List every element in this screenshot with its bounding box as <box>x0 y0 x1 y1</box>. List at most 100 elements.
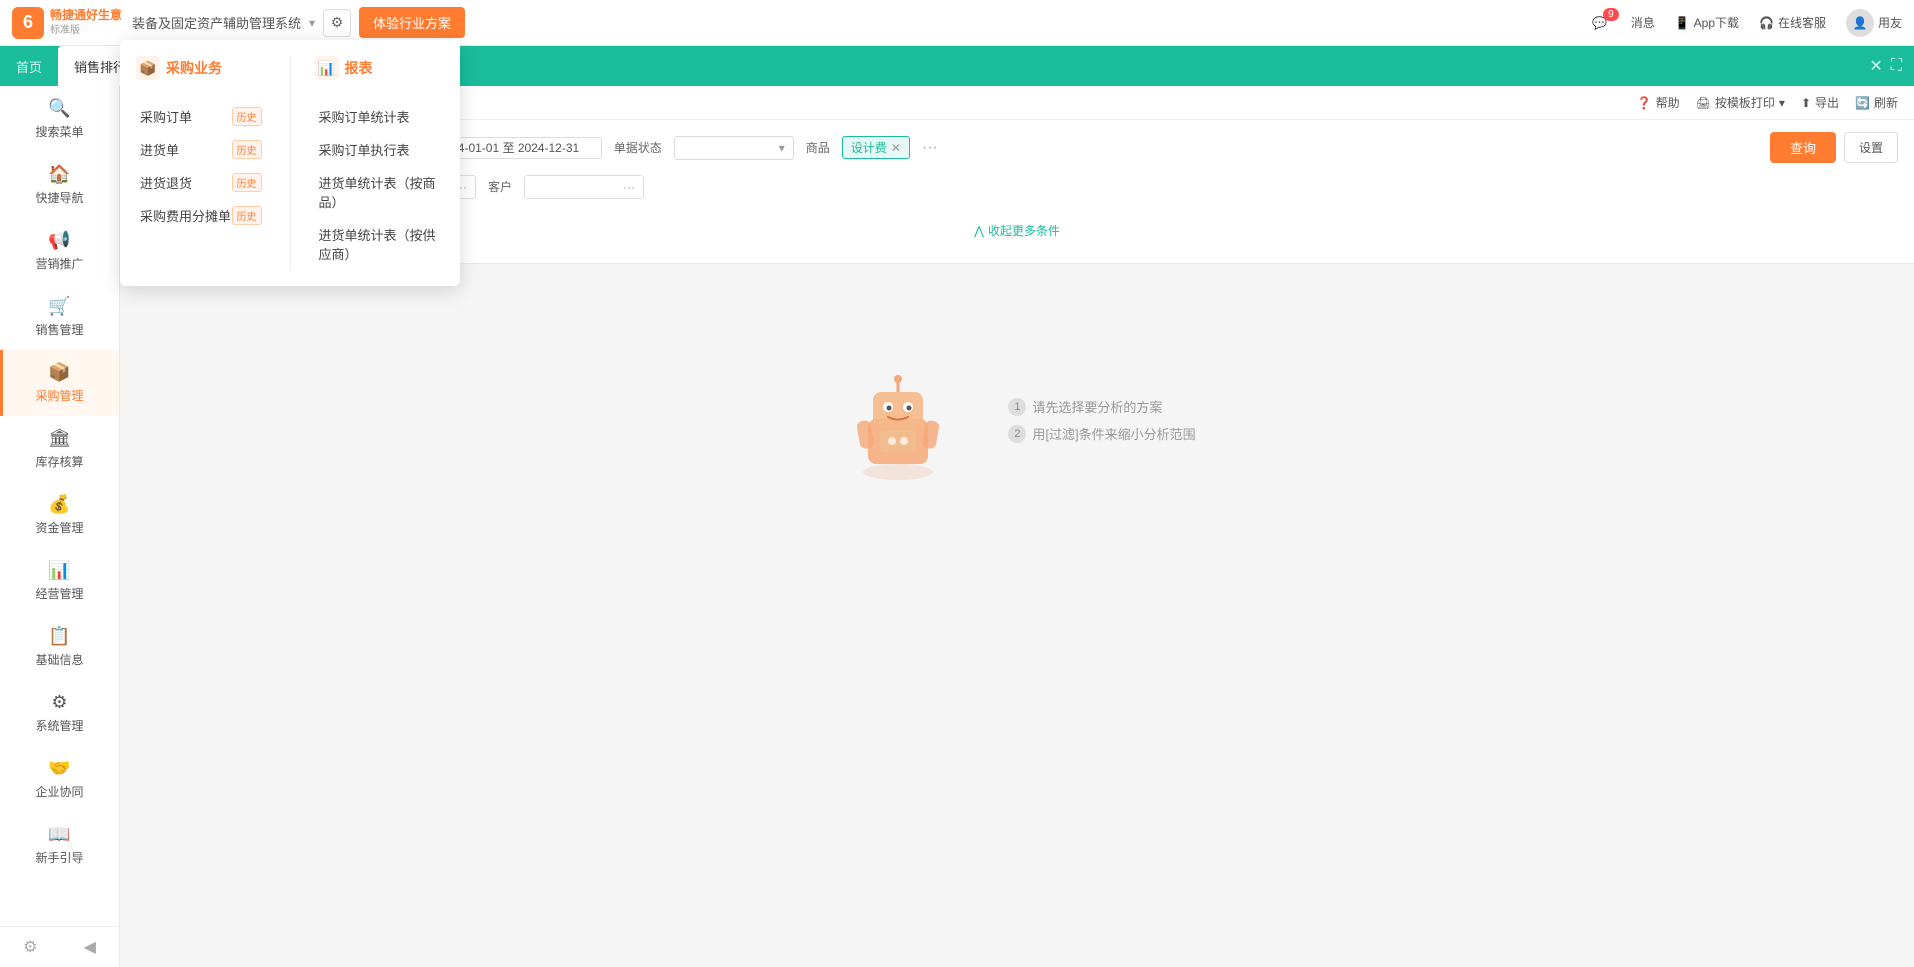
dropdown-divider <box>290 56 291 270</box>
dropdown-inbound-stat-goods[interactable]: 进货单统计表（按商品） <box>315 166 445 218</box>
purchase-col-title: 📦 采购业务 <box>136 56 266 88</box>
dropdown-purchase-order-exec[interactable]: 采购订单执行表 <box>315 133 445 166</box>
inventory-icon: 🏛 <box>48 428 71 449</box>
export-btn[interactable]: ⬆ 导出 <box>1801 94 1839 111</box>
phone-icon: 📱 <box>1675 16 1690 30</box>
query-button[interactable]: 查询 <box>1770 132 1836 163</box>
app-download-label: App下载 <box>1694 14 1739 31</box>
active-bar <box>0 350 3 416</box>
customer-select[interactable]: ··· <box>524 175 644 199</box>
logo-icon: 6 <box>12 7 44 39</box>
purchase-order-history: 历史 <box>232 107 262 126</box>
settings-button[interactable]: 设置 <box>1844 132 1898 163</box>
hint-text-1: 请先选择要分析的方案 <box>1032 397 1162 416</box>
hint-2: 2 用[过滤]条件来缩小分析范围 <box>1008 424 1195 443</box>
hint-number-1: 1 <box>1008 398 1026 416</box>
refresh-btn[interactable]: 🔄 刷新 <box>1855 94 1898 111</box>
export-icon: ⬆ <box>1801 96 1811 110</box>
sidebar-item-marketing[interactable]: 📢 营销推广 <box>0 218 119 284</box>
marketing-icon: 📢 <box>48 230 70 251</box>
sidebar-item-sales[interactable]: 🛒 销售管理 <box>0 284 119 350</box>
sidebar-label-finance: 资金管理 <box>35 519 83 536</box>
tab-close-all-icon[interactable]: ✕ <box>1869 56 1882 76</box>
sidebar-item-newbie[interactable]: 📖 新手引导 <box>0 812 119 878</box>
customer-arrow: ··· <box>623 180 635 194</box>
sidebar-bottom: ⚙ ◀ <box>0 926 119 967</box>
home-icon: 🏠 <box>48 164 70 185</box>
doc-status-select[interactable]: ▾ <box>674 136 794 160</box>
goods-more-btn[interactable]: ··· <box>922 139 938 157</box>
help-label: 帮助 <box>1656 94 1680 111</box>
sidebar-item-search-menu[interactable]: 🔍 搜索菜单 <box>0 86 119 152</box>
sidebar-label-sales: 销售管理 <box>35 321 83 338</box>
sidebar-label-inventory: 库存核算 <box>35 453 83 470</box>
customer-label: 客户 <box>488 178 512 195</box>
purchase-col-icon: 📦 <box>136 56 160 80</box>
sidebar-item-finance[interactable]: 💰 资金管理 <box>0 482 119 548</box>
sidebar-label-operations: 经营管理 <box>35 585 83 602</box>
report-col-title-text: 报表 <box>345 58 373 78</box>
notification-label: 消息 <box>1631 14 1655 31</box>
sidebar-collapse-icon[interactable]: ◀ <box>84 937 96 957</box>
sidebar-settings-icon[interactable]: ⚙ <box>23 937 37 957</box>
system-title-area: 装备及固定资产辅助管理系统 ▾ ⚙ 体验行业方案 <box>132 7 1592 38</box>
help-icon: ❓ <box>1637 96 1652 110</box>
operations-icon: 📊 <box>48 560 70 581</box>
user-item[interactable]: 👤 用友 <box>1846 9 1902 37</box>
purchase-icon: 📦 <box>48 362 70 383</box>
purchase-expense-history: 历史 <box>232 206 262 225</box>
system-settings-button[interactable]: ⚙ <box>323 9 351 37</box>
sidebar-item-system[interactable]: ⚙ 系统管理 <box>0 680 119 746</box>
brand-name: 畅捷通好生意 <box>50 8 122 24</box>
report-col-icon: 📊 <box>315 56 339 80</box>
empty-state: 1 请先选择要分析的方案 2 用[过滤]条件来缩小分析范围 <box>120 264 1914 564</box>
goods-label: 商品 <box>806 139 830 156</box>
purchase-expense-label: 采购费用分摊单 <box>140 206 231 225</box>
tab-home[interactable]: 首页 <box>0 46 58 86</box>
notification-item[interactable]: 💬 9 消息 <box>1592 14 1655 31</box>
headset-icon: 🎧 <box>1759 16 1774 30</box>
sidebar-label-marketing: 营销推广 <box>35 255 83 272</box>
dropdown-purchase-order[interactable]: 采购订单 历史 <box>136 100 266 133</box>
dropdown-purchase-expense[interactable]: 采购费用分摊单 历史 <box>136 199 266 232</box>
enterprise-icon: 🤝 <box>48 758 70 779</box>
dropdown-inbound[interactable]: 进货单 历史 <box>136 133 266 166</box>
print-label: 按模板打印 <box>1715 94 1775 111</box>
sidebar-item-quick-nav[interactable]: 🏠 快捷导航 <box>0 152 119 218</box>
sidebar-label-search: 搜索菜单 <box>35 123 83 140</box>
sidebar-item-operations[interactable]: 📊 经营管理 <box>0 548 119 614</box>
print-btn[interactable]: 🖨 按模板打印 ▾ <box>1696 94 1785 111</box>
purchase-col-title-text: 采购业务 <box>166 58 222 78</box>
online-service-item[interactable]: 🎧 在线客服 <box>1759 14 1826 31</box>
sidebar-label-basic-info: 基础信息 <box>35 651 83 668</box>
sidebar-item-enterprise[interactable]: 🤝 企业协同 <box>0 746 119 812</box>
industry-solution-button[interactable]: 体验行业方案 <box>359 7 465 38</box>
dropdown-inbound-return[interactable]: 进货退货 历史 <box>136 166 266 199</box>
sidebar-item-basic-info[interactable]: 📋 基础信息 <box>0 614 119 680</box>
system-title-text: 装备及固定资产辅助管理系统 <box>132 13 301 32</box>
date-range-field[interactable] <box>438 141 593 155</box>
sidebar-label-system: 系统管理 <box>35 717 83 734</box>
logo-area: 6 畅捷通好生意 标准版 <box>12 7 132 39</box>
goods-tag-close[interactable]: ✕ <box>891 141 901 155</box>
sidebar-item-inventory[interactable]: 🏛 库存核算 <box>0 416 119 482</box>
tab-maximize-icon[interactable]: ⛶ <box>1891 57 1902 75</box>
purchase-col: 📦 采购业务 采购订单 历史 进货单 历史 进货退货 历史 采购费用分摊单 历史 <box>136 56 266 270</box>
main-layout: 🔍 搜索菜单 🏠 快捷导航 📢 营销推广 🛒 销售管理 📦 采购管理 🏛 库存核… <box>0 86 1914 967</box>
inbound-stat-supplier-label: 进货单统计表（按供应商） <box>319 225 441 263</box>
newbie-icon: 📖 <box>48 824 70 845</box>
inbound-return-label: 进货退货 <box>140 173 192 192</box>
purchase-order-stat-label: 采购订单统计表 <box>319 107 410 126</box>
doc-status-arrow: ▾ <box>779 141 785 155</box>
refresh-label: 刷新 <box>1874 94 1898 111</box>
online-service-label: 在线客服 <box>1778 14 1826 31</box>
filter-action-buttons: 查询 设置 <box>1770 132 1898 163</box>
sidebar-label-purchase: 采购管理 <box>35 387 83 404</box>
header-right: 💬 9 消息 📱 App下载 🎧 在线客服 👤 用友 <box>1592 9 1902 37</box>
system-title-dropdown-arrow[interactable]: ▾ <box>309 16 315 30</box>
app-download-item[interactable]: 📱 App下载 <box>1675 14 1739 31</box>
help-btn[interactable]: ❓ 帮助 <box>1637 94 1680 111</box>
dropdown-purchase-order-stat[interactable]: 采购订单统计表 <box>315 100 445 133</box>
dropdown-inbound-stat-supplier[interactable]: 进货单统计表（按供应商） <box>315 218 445 270</box>
sidebar-item-purchase[interactable]: 📦 采购管理 <box>0 350 119 416</box>
